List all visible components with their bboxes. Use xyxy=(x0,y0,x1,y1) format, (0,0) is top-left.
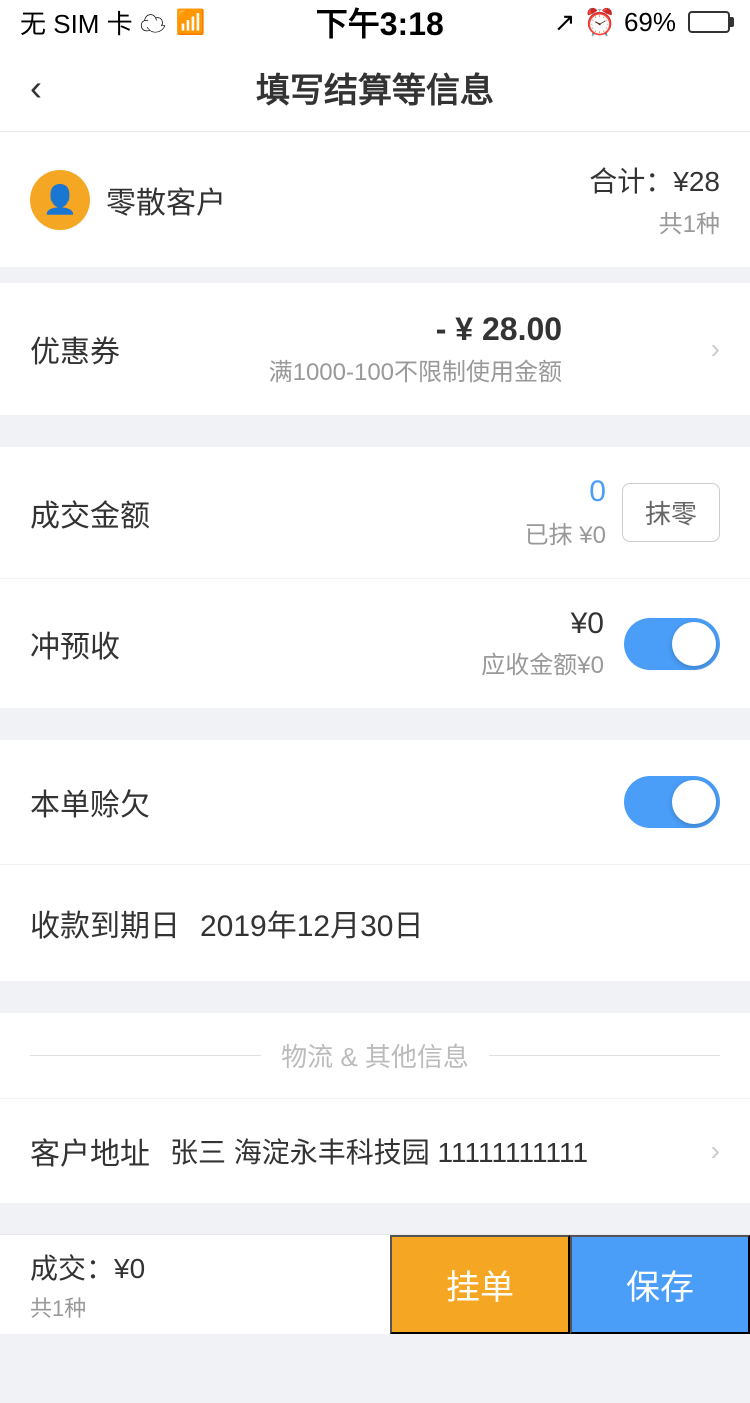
credit-toggle[interactable] xyxy=(624,776,720,828)
coupon-label: 优惠券 xyxy=(30,327,120,371)
bottom-info: 成交：¥0 共1种 xyxy=(0,1235,390,1334)
deal-amount-right: 0 已抹 ¥0 抹零 xyxy=(525,475,720,550)
coupon-right: - ¥ 28.00 满1000-100不限制使用金额 xyxy=(269,311,562,387)
divider-line-left xyxy=(30,1055,261,1056)
credit-card: 本单赊欠 收款到期日 2019年12月30日 xyxy=(0,740,750,981)
toggle-knob xyxy=(672,622,716,666)
status-time: 下午3:18 xyxy=(316,0,444,45)
prepayment-label: 冲预收 xyxy=(30,622,120,666)
address-chevron-icon: › xyxy=(711,1135,720,1167)
customer-row: 👤 零散客户 合计：¥28 共1种 xyxy=(0,132,750,267)
page-title: 填写结算等信息 xyxy=(256,63,494,112)
section-divider-2 xyxy=(0,724,750,740)
logistics-label: 物流 & 其他信息 xyxy=(281,1037,469,1074)
section-divider-1 xyxy=(0,431,750,447)
address-value: 张三 海淀永丰科技园 11111111111 xyxy=(170,1131,711,1171)
address-row[interactable]: 客户地址 张三 海淀永丰科技园 11111111111 › xyxy=(0,1098,750,1203)
round-zero-button[interactable]: 抹零 xyxy=(622,483,720,542)
battery-icon xyxy=(688,11,730,33)
deal-amount-bottom: ¥0 xyxy=(114,1253,145,1284)
location-icon: ↗ xyxy=(554,7,576,38)
status-right: ↗ ⏰ 69% xyxy=(554,7,730,38)
content-area: 👤 零散客户 合计：¥28 共1种 优惠券 - ¥ 28.00 满1000-10… xyxy=(0,132,750,1403)
avatar: 👤 xyxy=(30,170,90,230)
alarm-icon: ⏰ xyxy=(584,7,616,38)
customer-card: 👤 零散客户 合计：¥28 共1种 xyxy=(0,132,750,267)
deal-card: 成交金额 0 已抹 ¥0 抹零 冲预收 ¥0 应收金额¥0 xyxy=(0,447,750,708)
logistics-section: 物流 & 其他信息 客户地址 张三 海淀永丰科技园 11111111111 › xyxy=(0,1013,750,1203)
customer-right: 合计：¥28 共1种 xyxy=(589,160,720,239)
credit-row: 本单赊欠 xyxy=(0,740,750,864)
coupon-amount: - ¥ 28.00 xyxy=(269,311,562,348)
address-label: 客户地址 xyxy=(30,1129,150,1173)
avatar-icon: 👤 xyxy=(43,183,78,216)
back-button[interactable]: ‹ xyxy=(30,67,42,109)
coupon-card[interactable]: 优惠券 - ¥ 28.00 满1000-100不限制使用金额 › xyxy=(0,283,750,415)
hang-order-button[interactable]: 挂单 xyxy=(390,1235,570,1334)
total-amount: 合计：¥28 xyxy=(589,160,720,200)
customer-left: 👤 零散客户 xyxy=(30,170,226,230)
prepayment-sub: 应收金额¥0 xyxy=(481,645,604,680)
due-date-row: 收款到期日 2019年12月30日 xyxy=(0,864,750,981)
deal-label: 成交： xyxy=(30,1253,114,1284)
battery-percent: 69% xyxy=(624,7,676,38)
prepayment-row: 冲预收 ¥0 应收金额¥0 xyxy=(0,579,750,708)
due-date-label: 收款到期日 xyxy=(30,901,180,945)
prepayment-values: ¥0 应收金额¥0 xyxy=(481,607,604,680)
bottom-count: 共1种 xyxy=(30,1291,360,1323)
chevron-right-icon: › xyxy=(711,333,720,365)
total-count: 共1种 xyxy=(589,204,720,239)
save-button[interactable]: 保存 xyxy=(570,1235,750,1334)
status-bar: 无 SIM 卡 ☁ 📶 下午3:18 ↗ ⏰ 69% xyxy=(0,0,750,44)
credit-label: 本单赊欠 xyxy=(30,780,150,824)
deal-amount-value: 0 xyxy=(525,475,606,509)
credit-toggle-knob xyxy=(672,780,716,824)
deal-amount-row: 成交金额 0 已抹 ¥0 抹零 xyxy=(0,447,750,579)
divider-line-right xyxy=(489,1055,720,1056)
prepayment-amount: ¥0 xyxy=(481,607,604,641)
wifi-icon: 📶 xyxy=(176,8,206,37)
status-left: 无 SIM 卡 ☁ 📶 xyxy=(20,4,206,41)
deal-amount-sub: 已抹 ¥0 xyxy=(525,515,606,550)
nav-bar: ‹ 填写结算等信息 xyxy=(0,44,750,132)
prepayment-toggle[interactable] xyxy=(624,618,720,670)
bottom-deal-amount: 成交：¥0 xyxy=(30,1247,360,1287)
customer-name: 零散客户 xyxy=(106,178,226,222)
coupon-desc: 满1000-100不限制使用金额 xyxy=(269,352,562,387)
logistics-divider: 物流 & 其他信息 xyxy=(0,1013,750,1098)
prepayment-right: ¥0 应收金额¥0 xyxy=(481,607,720,680)
coupon-row[interactable]: 优惠券 - ¥ 28.00 满1000-100不限制使用金额 › xyxy=(0,283,750,415)
sim-label: 无 SIM 卡 ☁ xyxy=(20,4,166,41)
bottom-bar: 成交：¥0 共1种 挂单 保存 xyxy=(0,1234,750,1334)
section-divider-3 xyxy=(0,997,750,1013)
deal-amount-label: 成交金额 xyxy=(30,491,150,535)
due-date-value: 2019年12月30日 xyxy=(200,901,423,945)
